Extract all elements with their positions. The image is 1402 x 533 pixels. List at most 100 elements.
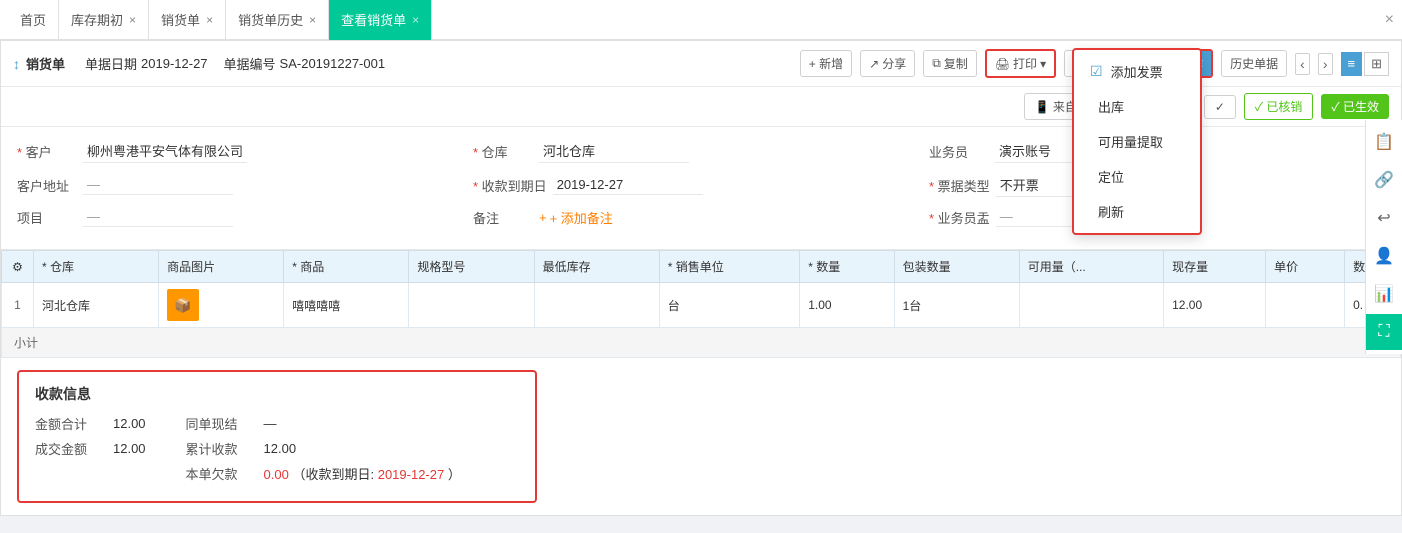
tab-view-sales[interactable]: 查看销货单 × bbox=[329, 0, 432, 40]
ticket-type-label: 票据类型 bbox=[929, 176, 990, 195]
project-value[interactable]: — bbox=[83, 207, 233, 227]
col-spec: 规格型号 bbox=[409, 251, 534, 283]
share-button[interactable]: ↗ 分享 bbox=[860, 50, 915, 77]
new-button[interactable]: + 新增 bbox=[800, 50, 852, 77]
operations-dropdown: ☑ 添加发票 出库 可用量提取 定位 刷新 bbox=[1072, 48, 1202, 235]
sidebar-icon-expand[interactable]: ⛶ bbox=[1366, 314, 1402, 350]
copy-button[interactable]: ⧉ 复制 bbox=[923, 50, 977, 77]
sidebar-icon-3[interactable]: ↩ bbox=[1366, 200, 1402, 236]
transaction-row: 成交金额 12.00 bbox=[35, 439, 146, 458]
cumulative-value: 12.00 bbox=[264, 441, 297, 456]
tab-sales-history-close[interactable]: × bbox=[309, 13, 316, 27]
due-date-notice: （收款到期日: bbox=[292, 467, 377, 482]
tab-sales-history[interactable]: 销货单历史 × bbox=[226, 0, 329, 40]
tab-bar: 首页 库存期初 × 销货单 × 销货单历史 × 查看销货单 × × bbox=[0, 0, 1402, 40]
add-invoice-item[interactable]: ☑ 添加发票 bbox=[1074, 54, 1200, 89]
customer-value[interactable]: 柳州粤港平安气体有限公司 bbox=[83, 139, 247, 163]
tab-sales-close[interactable]: × bbox=[206, 13, 213, 27]
refresh-label: 刷新 bbox=[1098, 202, 1124, 221]
salesperson2-label: 业务员盂 bbox=[929, 208, 990, 227]
list-view-button[interactable]: ≡ bbox=[1341, 52, 1363, 76]
row-spec[interactable] bbox=[409, 283, 534, 328]
col-available: 可用量（... bbox=[1019, 251, 1163, 283]
address-field: 客户地址 — bbox=[17, 175, 473, 195]
tab-home[interactable]: 首页 bbox=[8, 0, 59, 40]
add-invoice-label: 添加发票 bbox=[1111, 62, 1163, 81]
sidebar-icon-1[interactable]: 📋 bbox=[1366, 124, 1402, 160]
prev-record-button[interactable]: ‹ bbox=[1295, 53, 1310, 75]
same-bill-label: 同单现结 bbox=[186, 414, 256, 433]
tab-sales[interactable]: 销货单 × bbox=[149, 0, 226, 40]
col-warehouse: * 仓库 bbox=[34, 251, 159, 283]
current-due-row: 本单欠款 0.00 （收款到期日: 2019-12-27 ） bbox=[186, 464, 461, 483]
add-note-button[interactable]: + + 添加备注 bbox=[539, 208, 613, 227]
col-unit: * 销售单位 bbox=[659, 251, 800, 283]
subtotal-row: 小计 bbox=[2, 328, 1401, 358]
refresh-item[interactable]: 刷新 bbox=[1074, 194, 1200, 229]
col-product-img: 商品图片 bbox=[159, 251, 284, 283]
tab-view-sales-close[interactable]: × bbox=[412, 13, 419, 27]
due-date-value: 2019-12-27 bbox=[378, 467, 445, 482]
window-close-button[interactable]: × bbox=[1385, 11, 1394, 29]
subtotal-label: 小计 bbox=[2, 328, 1401, 358]
row-unit[interactable]: 台 bbox=[659, 283, 800, 328]
payment-date-value[interactable]: 2019-12-27 bbox=[553, 175, 703, 195]
phone-icon: 📱 bbox=[1035, 100, 1050, 114]
print-button[interactable]: 🖨 打印 ▾ bbox=[985, 49, 1056, 78]
address-value[interactable]: — bbox=[83, 175, 233, 195]
row-product-name[interactable]: 嘻嘻嘻嘻 bbox=[284, 283, 409, 328]
outbound-item[interactable]: 出库 bbox=[1074, 89, 1200, 124]
row-pack-qty[interactable]: 1台 bbox=[894, 283, 1019, 328]
check-icon: ✓ bbox=[1255, 100, 1263, 114]
doc-meta: 单据日期 2019-12-27 单据编号 SA-20191227-001 bbox=[85, 54, 385, 73]
tab-inventory-close[interactable]: × bbox=[129, 13, 136, 27]
sidebar-icon-2[interactable]: 🔗 bbox=[1366, 162, 1402, 198]
current-due-label: 本单欠款 bbox=[186, 464, 256, 483]
effective-status-button[interactable]: ✓ 已生效 bbox=[1321, 94, 1389, 119]
print-dropdown-arrow: ▾ bbox=[1040, 57, 1046, 71]
confirm-icon-button[interactable]: ✓ bbox=[1204, 95, 1236, 119]
warehouse-label: 仓库 bbox=[473, 142, 533, 161]
same-bill-row: 同单现结 — bbox=[186, 414, 461, 433]
cancelled-status-button[interactable]: ✓ 已核销 bbox=[1244, 93, 1314, 120]
row-min-stock[interactable] bbox=[534, 283, 659, 328]
cumulative-row: 累计收款 12.00 bbox=[186, 439, 461, 458]
print-icon: 🖨 bbox=[995, 57, 1010, 71]
tab-inventory[interactable]: 库存期初 × bbox=[59, 0, 149, 40]
grid-view-button[interactable]: ⊞ bbox=[1364, 52, 1389, 76]
plus-icon: + bbox=[539, 210, 547, 225]
note-label: 备注 bbox=[473, 208, 533, 227]
sidebar-icon-4[interactable]: 👤 bbox=[1366, 238, 1402, 274]
add-invoice-icon: ☑ bbox=[1090, 63, 1103, 80]
locate-item[interactable]: 定位 bbox=[1074, 159, 1200, 194]
history-button[interactable]: 历史单据 bbox=[1221, 50, 1287, 77]
col-product: * 商品 bbox=[284, 251, 409, 283]
col-settings[interactable]: ⚙ bbox=[2, 251, 34, 283]
address-label: 客户地址 bbox=[17, 176, 77, 195]
available-qty-item[interactable]: 可用量提取 bbox=[1074, 124, 1200, 159]
total-label: 金额合计 bbox=[35, 414, 105, 433]
locate-label: 定位 bbox=[1098, 167, 1124, 186]
row-warehouse[interactable]: 河北仓库 bbox=[34, 283, 159, 328]
doc-date-field: 单据日期 2019-12-27 bbox=[85, 54, 208, 73]
table-header-row: ⚙ * 仓库 商品图片 * 商品 规格型号 最低库存 * 销售单位 * 数量 包… bbox=[2, 251, 1401, 283]
warehouse-value[interactable]: 河北仓库 bbox=[539, 139, 689, 163]
row-available[interactable] bbox=[1019, 283, 1163, 328]
payment-grid: 金额合计 12.00 成交金额 12.00 同单现结 — 累计收款 12.00 bbox=[35, 414, 519, 489]
product-img-icon: 📦 bbox=[174, 297, 191, 314]
col-pack-qty: 包装数量 bbox=[894, 251, 1019, 283]
row-price[interactable] bbox=[1266, 283, 1345, 328]
row-current-stock[interactable]: 12.00 bbox=[1164, 283, 1266, 328]
doc-title-area: ↕ 销货单 bbox=[13, 54, 65, 73]
payment-title: 收款信息 bbox=[35, 384, 519, 404]
total-value: 12.00 bbox=[113, 416, 146, 431]
transaction-value: 12.00 bbox=[113, 441, 146, 456]
doc-number-value: SA-20191227-001 bbox=[280, 56, 386, 71]
sidebar-icon-5[interactable]: 📊 bbox=[1366, 276, 1402, 312]
note-field: 备注 + + 添加备注 bbox=[473, 208, 929, 227]
row-qty[interactable]: 1.00 bbox=[800, 283, 894, 328]
available-qty-label: 可用量提取 bbox=[1098, 132, 1163, 151]
next-record-button[interactable]: › bbox=[1318, 53, 1333, 75]
payment-left-col: 金额合计 12.00 成交金额 12.00 bbox=[35, 414, 146, 489]
payment-section: 收款信息 金额合计 12.00 成交金额 12.00 同单现结 — 累计收款 bbox=[17, 370, 537, 503]
